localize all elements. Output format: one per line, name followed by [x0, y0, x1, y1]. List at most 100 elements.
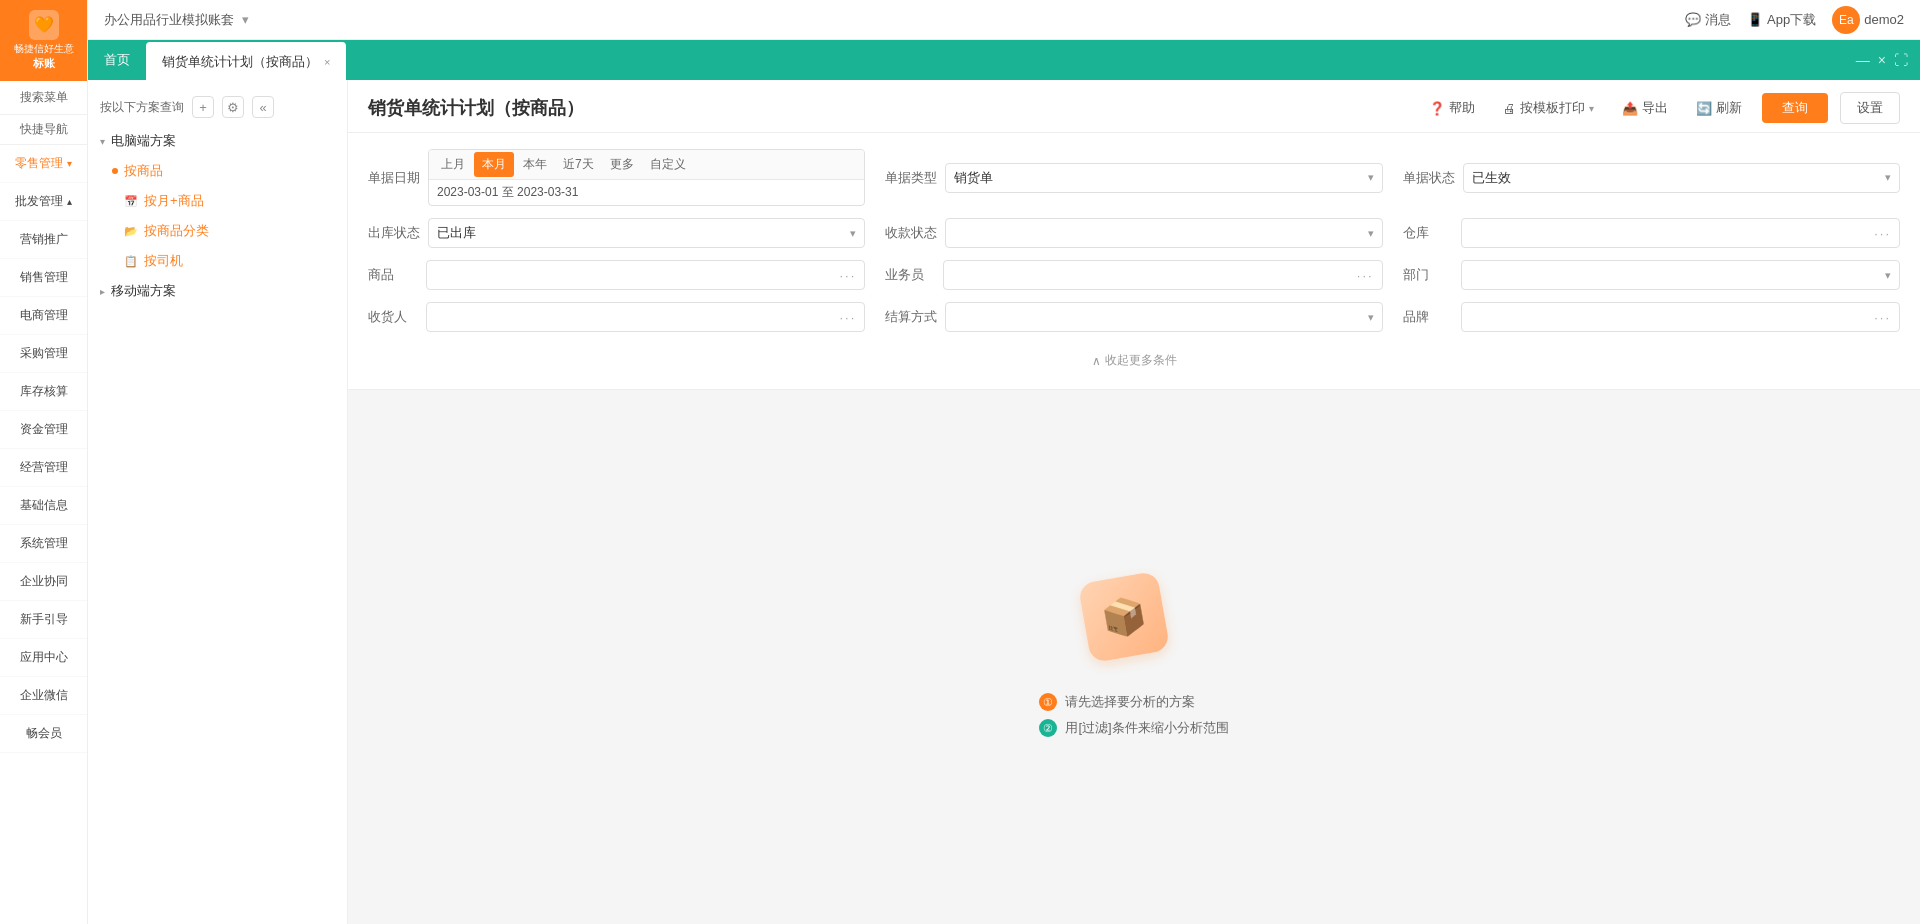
export-label: 导出 [1642, 99, 1668, 117]
status-control[interactable]: 已生效 ▾ [1463, 163, 1900, 193]
add-scheme-btn[interactable]: + [192, 96, 214, 118]
status-value: 已生效 [1472, 169, 1511, 187]
tab-active[interactable]: 销货单统计计划（按商品） × [146, 42, 346, 82]
payment-control[interactable]: ▾ [945, 218, 1382, 248]
page-body: 按以下方案查询 + ⚙ « ▾ 电脑端方案 按商品 📅 按月+商品 📂 按商品分… [88, 80, 1920, 924]
date-tab-more[interactable]: 更多 [602, 152, 642, 177]
date-tab-7days[interactable]: 近7天 [555, 152, 602, 177]
date-filter-item: 单据日期 上月 本月 本年 近7天 更多 自定义 2023-03-01 至 20… [368, 149, 865, 206]
collapse-icon: ∧ [1092, 354, 1101, 368]
tab-home-label: 首页 [104, 51, 130, 69]
tip-num-1: ① [1039, 693, 1057, 711]
product-filter-item: 商品 ··· [368, 260, 865, 290]
export-btn[interactable]: 📤 导出 [1614, 95, 1676, 121]
search-menu[interactable]: 搜索菜单 [0, 81, 87, 115]
refresh-label: 刷新 [1716, 99, 1742, 117]
main-area: 办公用品行业模拟账套 ▾ 💬 消息 📱 App下载 Ea demo2 首页 销货… [88, 0, 1920, 924]
close-icon[interactable]: × [324, 56, 330, 68]
tree-item-category[interactable]: 📂 按商品分类 [88, 216, 347, 246]
staff-control[interactable]: ··· [943, 260, 1382, 290]
left-panel-title: 按以下方案查询 [100, 99, 184, 116]
out-status-filter-item: 出库状态 已出库 ▾ [368, 218, 865, 248]
message-btn[interactable]: 💬 消息 [1685, 11, 1731, 29]
app-download-btn[interactable]: 📱 App下载 [1747, 11, 1816, 29]
warehouse-label: 仓库 [1403, 224, 1453, 242]
sidebar-item-basic[interactable]: 基础信息 [0, 487, 87, 525]
query-btn[interactable]: 查询 [1762, 93, 1828, 123]
tree-icon-month: 📅 [124, 195, 138, 208]
collapse-panel-btn[interactable]: « [252, 96, 274, 118]
logo-icon: 🧡 [29, 10, 59, 40]
dept-control[interactable]: ▾ [1461, 260, 1900, 290]
tree-icon-driver: 📋 [124, 255, 138, 268]
sidebar-item-retail[interactable]: 零售管理 ▾ [0, 145, 87, 183]
tree-item-mobile[interactable]: ▸ 移动端方案 [88, 276, 347, 306]
sidebar-item-purchase[interactable]: 采购管理 [0, 335, 87, 373]
date-tab-custom[interactable]: 自定义 [642, 152, 694, 177]
type-control[interactable]: 销货单 ▾ [945, 163, 1382, 193]
dept-caret: ▾ [1885, 269, 1891, 282]
refresh-btn[interactable]: 🔄 刷新 [1688, 95, 1750, 121]
print-icon: 🖨 [1503, 101, 1516, 116]
sidebar-label-purchase: 采购管理 [20, 345, 68, 362]
sidebar-item-appstore[interactable]: 应用中心 [0, 639, 87, 677]
tree-label-driver: 按司机 [144, 252, 183, 270]
brand-control[interactable]: ··· [1461, 302, 1900, 332]
tree-label-category: 按商品分类 [144, 222, 209, 240]
settlement-label: 结算方式 [885, 308, 937, 326]
close-tab-icon[interactable]: × [1878, 52, 1886, 68]
product-dots: ··· [839, 268, 856, 283]
quick-nav[interactable]: 快捷导航 [0, 115, 87, 145]
sidebar-item-member[interactable]: 畅会员 [0, 715, 87, 753]
product-control[interactable]: ··· [426, 260, 865, 290]
app-logo: 🧡 畅捷信好生意 标账 [0, 0, 87, 81]
sidebar-item-cooperation[interactable]: 企业协同 [0, 563, 87, 601]
sidebar-item-wecom[interactable]: 企业微信 [0, 677, 87, 715]
page-title: 销货单统计计划（按商品） [368, 96, 584, 120]
sidebar-label-sales: 销售管理 [20, 269, 68, 286]
sidebar-item-system[interactable]: 系统管理 [0, 525, 87, 563]
sidebar-item-finance[interactable]: 资金管理 [0, 411, 87, 449]
date-tab-last-month[interactable]: 上月 [433, 152, 473, 177]
sidebar-item-sales[interactable]: 销售管理 [0, 259, 87, 297]
tree-item-by-product[interactable]: 按商品 [88, 156, 347, 186]
out-status-caret: ▾ [850, 227, 856, 240]
payment-caret: ▾ [1368, 227, 1374, 240]
collapse-btn[interactable]: ∧ 收起更多条件 [1080, 348, 1189, 373]
date-tab-this-year[interactable]: 本年 [515, 152, 555, 177]
tree-item-driver[interactable]: 📋 按司机 [88, 246, 347, 276]
sidebar-item-guide[interactable]: 新手引导 [0, 601, 87, 639]
sidebar-label-wholesale: 批发管理 [15, 193, 63, 210]
tree-item-pc[interactable]: ▾ 电脑端方案 [88, 126, 347, 156]
sidebar: 🧡 畅捷信好生意 标账 搜索菜单 快捷导航 零售管理 ▾ 批发管理 ▴ 营销推广… [0, 0, 88, 924]
brand-label: 品牌 [1403, 308, 1453, 326]
out-status-value: 已出库 [437, 224, 476, 242]
settings-btn[interactable]: 设置 [1840, 92, 1900, 124]
user-menu[interactable]: Ea demo2 [1832, 6, 1904, 34]
sidebar-label-finance: 资金管理 [20, 421, 68, 438]
recipient-control[interactable]: ··· [426, 302, 865, 332]
out-status-control[interactable]: 已出库 ▾ [428, 218, 865, 248]
print-btn[interactable]: 🖨 按模板打印 ▾ [1495, 95, 1602, 121]
tree-label-month: 按月+商品 [144, 192, 204, 210]
date-filter[interactable]: 上月 本月 本年 近7天 更多 自定义 2023-03-01 至 2023-03… [428, 149, 865, 206]
settings-scheme-btn[interactable]: ⚙ [222, 96, 244, 118]
sidebar-item-wholesale[interactable]: 批发管理 ▴ [0, 183, 87, 221]
tree-item-month-product[interactable]: 📅 按月+商品 [88, 186, 347, 216]
maximize-icon[interactable]: ⛶ [1894, 52, 1908, 68]
sidebar-item-marketing[interactable]: 营销推广 [0, 221, 87, 259]
workspace-title: 办公用品行业模拟账套 [104, 11, 234, 29]
type-label: 单据类型 [885, 169, 937, 187]
minimize-icon[interactable]: — [1856, 52, 1870, 68]
dept-filter-item: 部门 ▾ [1403, 260, 1900, 290]
tab-home[interactable]: 首页 [88, 40, 146, 80]
tree-arrow-pc: ▾ [100, 136, 105, 147]
settlement-control[interactable]: ▾ [945, 302, 1382, 332]
sidebar-item-ecommerce[interactable]: 电商管理 [0, 297, 87, 335]
date-tab-this-month[interactable]: 本月 [474, 152, 514, 177]
workspace-arrow[interactable]: ▾ [242, 12, 249, 27]
sidebar-item-operations[interactable]: 经营管理 [0, 449, 87, 487]
help-btn[interactable]: ❓ 帮助 [1421, 95, 1483, 121]
warehouse-control[interactable]: ··· [1461, 218, 1900, 248]
sidebar-item-inventory[interactable]: 库存核算 [0, 373, 87, 411]
